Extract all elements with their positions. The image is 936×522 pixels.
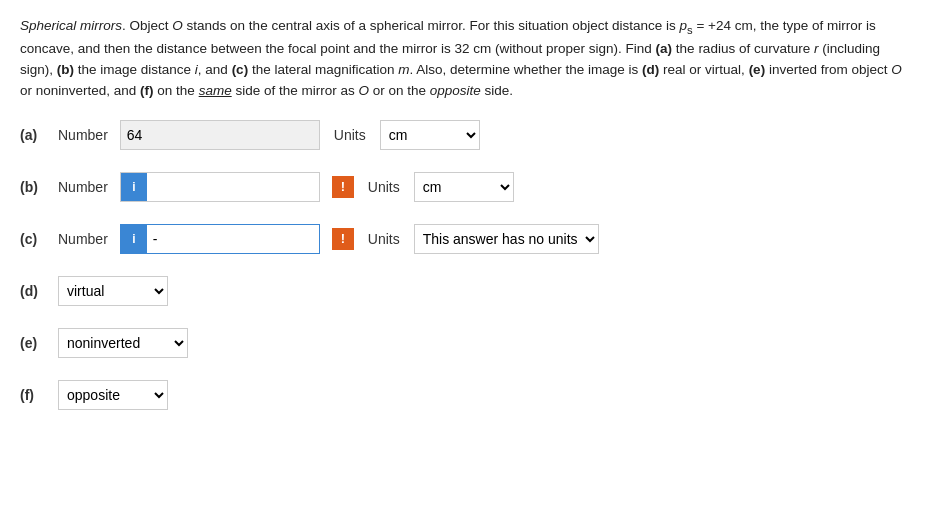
part-b-alert-icon[interactable]: ! [332, 176, 354, 198]
part-b-number-label: Number [58, 179, 108, 195]
part-c-alert-icon[interactable]: ! [332, 228, 354, 250]
part-b-units-select[interactable]: cm m mm [414, 172, 514, 202]
part-a-row: (a) Number Units cm m mm [20, 120, 916, 150]
part-d-row: (d) virtual real [20, 276, 916, 306]
part-a-label: (a) [20, 127, 50, 143]
part-e-row: (e) noninverted inverted [20, 328, 916, 358]
part-c-units-select[interactable]: This answer has no units cm m [414, 224, 599, 254]
part-f-label: (f) [20, 387, 50, 403]
part-a-units-select[interactable]: cm m mm [380, 120, 480, 150]
part-c-input[interactable] [147, 225, 334, 253]
part-b-units-label: Units [368, 179, 400, 195]
part-a-units-label: Units [334, 127, 366, 143]
part-c-number-label: Number [58, 231, 108, 247]
part-b-info-icon[interactable]: i [121, 173, 147, 201]
part-b-input[interactable] [147, 173, 334, 201]
part-b-label: (b) [20, 179, 50, 195]
part-d-label: (d) [20, 283, 50, 299]
part-c-info-icon[interactable]: i [121, 225, 147, 253]
part-b-row: (b) Number i ! Units cm m mm [20, 172, 916, 202]
part-e-select[interactable]: noninverted inverted [58, 328, 188, 358]
part-c-label: (c) [20, 231, 50, 247]
part-e-label: (e) [20, 335, 50, 351]
part-f-row: (f) opposite same [20, 380, 916, 410]
part-f-select[interactable]: opposite same [58, 380, 168, 410]
part-c-units-label: Units [368, 231, 400, 247]
part-b-input-container: i [120, 172, 320, 202]
part-d-select[interactable]: virtual real [58, 276, 168, 306]
problem-text: Spherical mirrors. Object O stands on th… [20, 16, 916, 102]
part-a-number-label: Number [58, 127, 108, 143]
part-a-input[interactable] [120, 120, 320, 150]
part-c-row: (c) Number i ! Units This answer has no … [20, 224, 916, 254]
part-c-input-container: i [120, 224, 320, 254]
